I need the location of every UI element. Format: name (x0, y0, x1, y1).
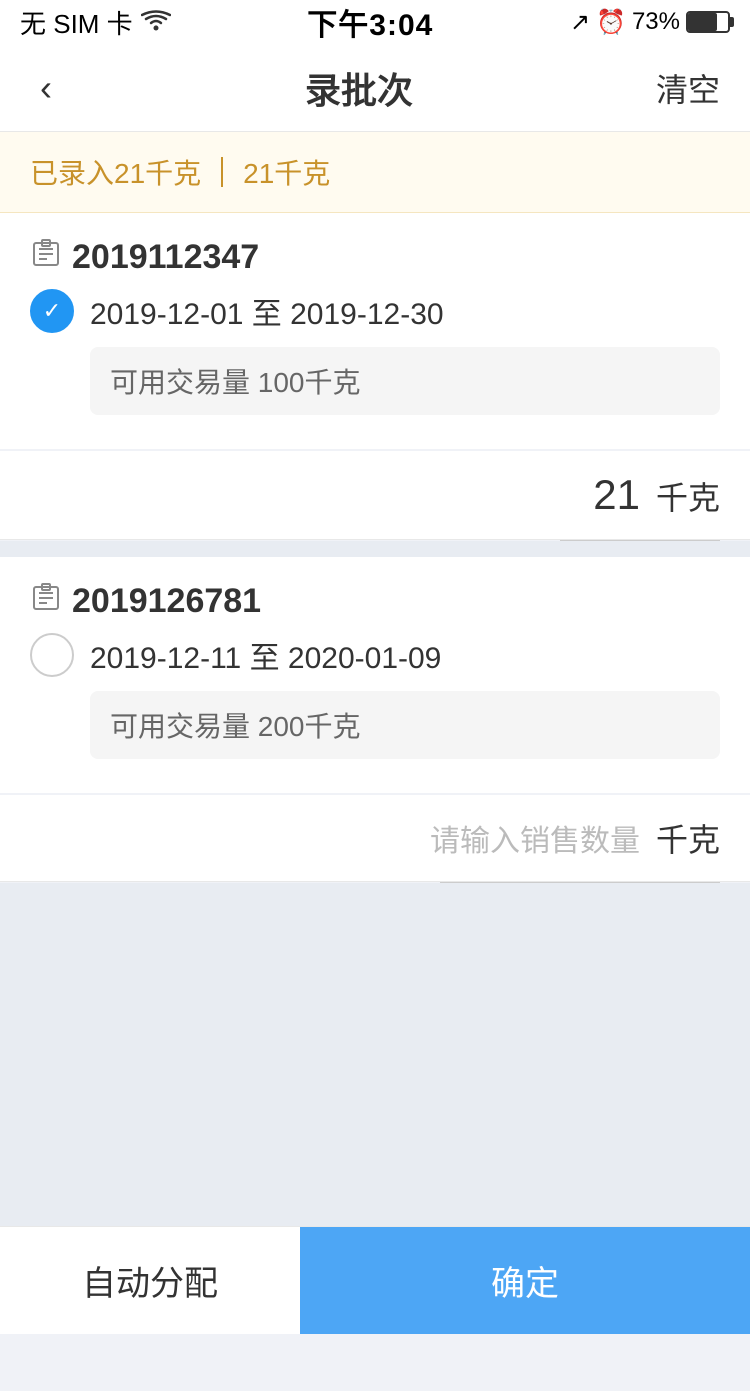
input-unit: 千克 (656, 815, 720, 861)
input-row: 请输入销售数量 千克 (0, 795, 750, 882)
battery-percent: 73% (632, 8, 680, 36)
battery-icon (686, 11, 730, 33)
back-button[interactable]: ‹ (30, 57, 62, 119)
batch-1-id: 2019112347 (72, 238, 259, 277)
batch-2-radio[interactable] (30, 633, 74, 677)
alarm-icon: ⏰ (596, 8, 626, 37)
location-icon: ↗ (570, 8, 590, 37)
batch-1-header: 2019112347 (30, 237, 720, 277)
batch-2-id: 2019126781 (72, 582, 261, 621)
status-left: 无 SIM 卡 (20, 4, 171, 41)
batch-1-date-row[interactable]: ✓ 2019-12-01 至 2019-12-30 (30, 289, 720, 333)
check-icon: ✓ (43, 298, 61, 324)
amount-unit: 千克 (656, 473, 720, 519)
amount-value: 21千克 (243, 152, 330, 192)
amount-row: 21 千克 (0, 451, 750, 540)
wifi-icon (141, 7, 171, 38)
batch-2-date-row[interactable]: 2019-12-11 至 2020-01-09 (30, 633, 720, 677)
amount-number: 21 (593, 471, 640, 519)
batch-1-qty-text: 可用交易量 100千克 (110, 367, 361, 398)
recorded-amount-label: 已录入21千克 (30, 152, 201, 192)
banner-divider (221, 157, 223, 187)
page-title: 录批次 (305, 62, 413, 114)
batch-1-icon (30, 237, 62, 277)
sim-text: 无 SIM 卡 (20, 4, 133, 41)
batch-1-radio[interactable]: ✓ (30, 289, 74, 333)
batch-1-qty-box: 可用交易量 100千克 (90, 347, 720, 415)
batch-1-date: 2019-12-01 至 2019-12-30 (90, 289, 444, 333)
batch-2-icon (30, 581, 62, 621)
section-divider (0, 541, 750, 557)
batch-2-header: 2019126781 (30, 581, 720, 621)
empty-area (0, 883, 750, 1283)
info-banner: 已录入21千克 21千克 (0, 132, 750, 213)
auto-distribute-button[interactable]: 自动分配 (0, 1227, 300, 1334)
qty-input-placeholder: 请输入销售数量 (430, 816, 640, 860)
nav-bar: ‹ 录批次 清空 (0, 44, 750, 132)
batch-2-qty-text: 可用交易量 200千克 (110, 711, 361, 742)
status-right: ↗ ⏰ 73% (570, 8, 730, 37)
batch-2-date: 2019-12-11 至 2020-01-09 (90, 633, 441, 677)
bottom-bar: 自动分配 确定 (0, 1226, 750, 1334)
batch-card-1: 2019112347 ✓ 2019-12-01 至 2019-12-30 可用交… (0, 213, 750, 449)
clear-button[interactable]: 清空 (656, 65, 720, 111)
status-time: 下午3:04 (307, 0, 433, 44)
batch-card-2: 2019126781 2019-12-11 至 2020-01-09 可用交易量… (0, 557, 750, 793)
batch-2-qty-box: 可用交易量 200千克 (90, 691, 720, 759)
status-bar: 无 SIM 卡 下午3:04 ↗ ⏰ 73% (0, 0, 750, 44)
confirm-button[interactable]: 确定 (300, 1227, 750, 1334)
